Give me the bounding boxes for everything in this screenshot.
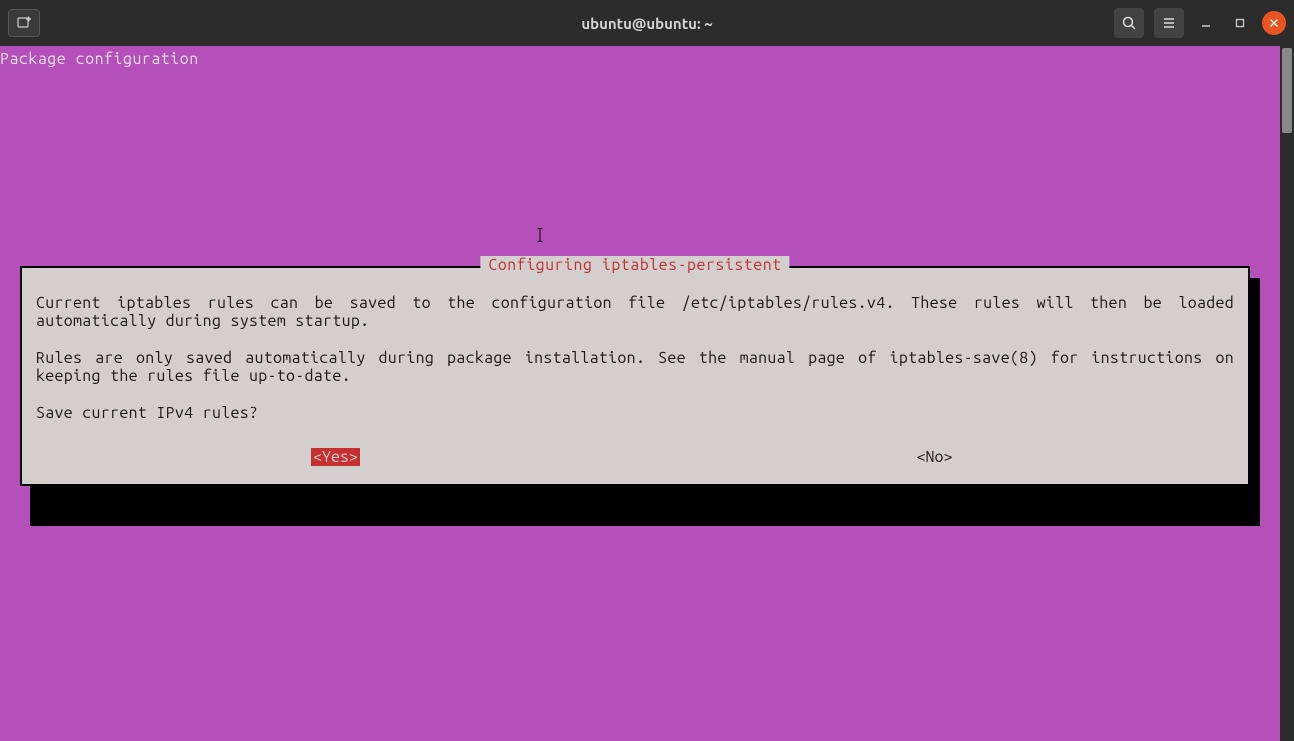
minimize-icon: [1200, 17, 1212, 29]
no-button[interactable]: <No>: [917, 448, 953, 466]
dialog-content: Current iptables rules can be saved to t…: [22, 276, 1248, 448]
dialog-button-row: <Yes> <No>: [22, 448, 1248, 476]
titlebar-right-group: [1114, 8, 1286, 38]
close-icon: [1269, 18, 1279, 28]
close-button[interactable]: [1262, 11, 1286, 35]
hamburger-icon: [1161, 15, 1177, 31]
search-button[interactable]: [1114, 8, 1144, 38]
window-titlebar: ubuntu@ubuntu: ~: [0, 0, 1294, 46]
text-cursor: [536, 226, 544, 244]
no-button-container: <No>: [635, 448, 1234, 466]
dialog-title-wrap: Configuring iptables-persistent: [480, 256, 789, 274]
window-title: ubuntu@ubuntu: ~: [581, 15, 712, 32]
dialog-title: Configuring iptables-persistent: [488, 256, 781, 274]
menu-button[interactable]: [1154, 8, 1184, 38]
yes-button[interactable]: <Yes>: [311, 448, 360, 466]
search-icon: [1121, 15, 1137, 31]
terminal-scrollbar[interactable]: [1280, 46, 1294, 741]
new-tab-button[interactable]: [8, 9, 40, 37]
maximize-button[interactable]: [1228, 11, 1252, 35]
yes-button-container: <Yes>: [36, 448, 635, 466]
dialog-question: Save current IPv4 rules?: [36, 404, 1234, 422]
minimize-button[interactable]: [1194, 11, 1218, 35]
dialog-paragraph-2: Rules are only saved automatically durin…: [36, 349, 1234, 386]
package-config-header: Package configuration: [0, 50, 199, 68]
terminal-viewport[interactable]: Package configuration Configuring iptabl…: [0, 46, 1294, 741]
dialog-paragraph-1: Current iptables rules can be saved to t…: [36, 294, 1234, 331]
titlebar-left-group: [8, 9, 40, 37]
maximize-icon: [1234, 17, 1246, 29]
scrollbar-thumb[interactable]: [1282, 48, 1292, 133]
config-dialog: Configuring iptables-persistent Current …: [20, 266, 1250, 486]
new-tab-icon: [16, 15, 32, 31]
